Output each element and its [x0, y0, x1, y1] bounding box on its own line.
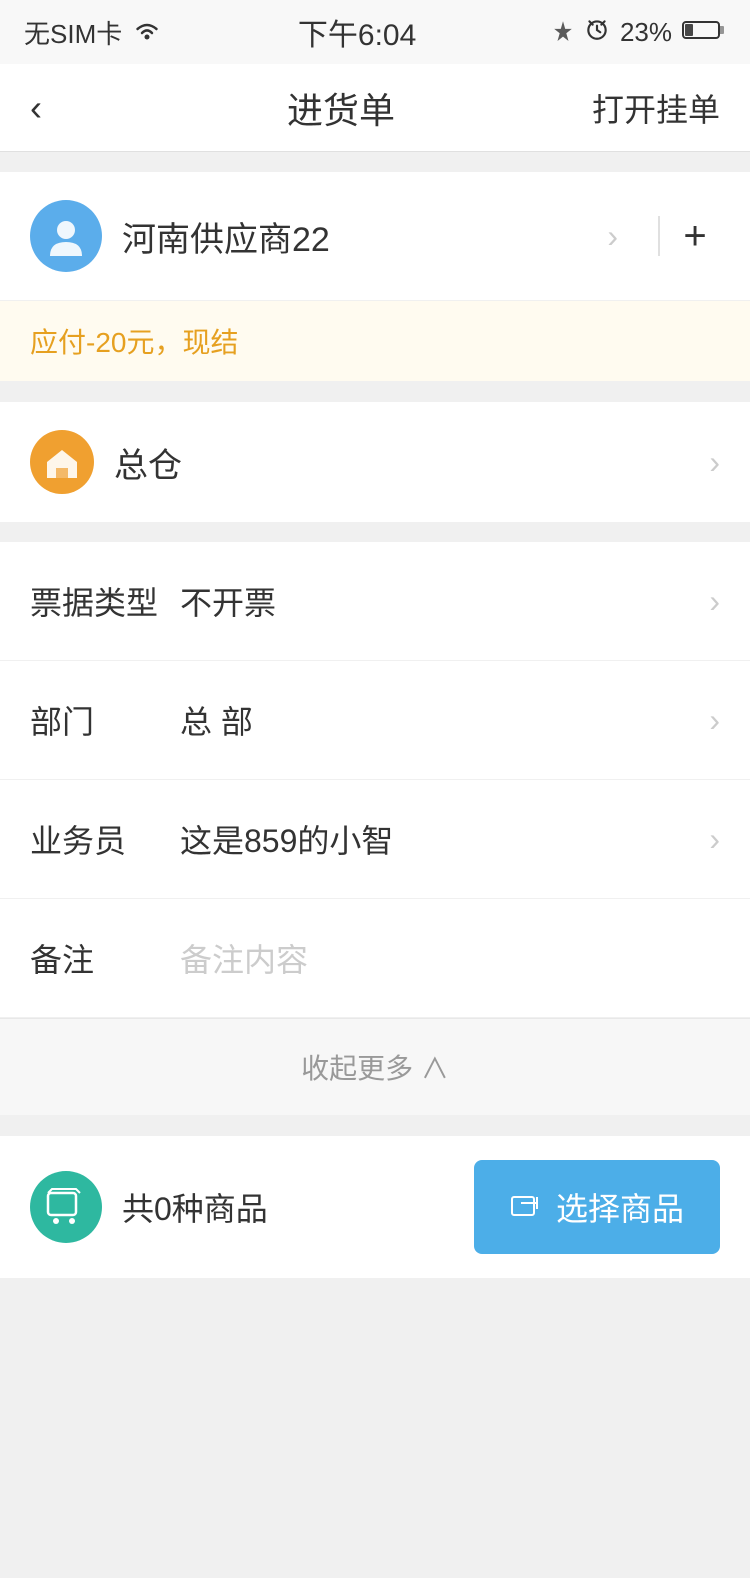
department-label: 部门 — [30, 697, 170, 743]
location-icon — [552, 17, 574, 48]
salesperson-value: 这是859的小智 — [170, 816, 709, 862]
department-value: 总 部 — [170, 697, 709, 743]
add-button[interactable]: + — [670, 214, 720, 259]
status-right: 23% — [552, 16, 726, 49]
page-background — [0, 1278, 750, 1578]
status-left: 无SIM卡 — [24, 14, 162, 51]
status-time: 下午6:04 — [298, 10, 416, 54]
carrier-label: 无SIM卡 — [24, 14, 122, 51]
supplier-row[interactable]: 河南供应商22 › + — [0, 172, 750, 301]
alarm-icon — [584, 16, 610, 49]
select-product-label: 选择商品 — [556, 1184, 684, 1230]
battery-label: 23% — [620, 17, 672, 48]
department-chevron-icon: › — [709, 702, 720, 739]
supplier-avatar — [30, 200, 102, 272]
balance-notice: 应付-20元，现结 — [0, 301, 750, 381]
supplier-divider — [658, 216, 660, 256]
salesperson-label: 业务员 — [30, 816, 170, 862]
mid-divider-2 — [0, 522, 750, 542]
supplier-chevron-icon: › — [607, 218, 618, 255]
warehouse-name: 总仓 — [114, 438, 709, 487]
warehouse-row[interactable]: 总仓 › — [0, 401, 750, 522]
collapse-button[interactable]: 收起更多 ∧ — [0, 1018, 750, 1115]
top-divider — [0, 152, 750, 172]
invoice-type-value: 不开票 — [170, 578, 709, 624]
invoice-type-label: 票据类型 — [30, 578, 170, 624]
warehouse-chevron-icon: › — [709, 444, 720, 481]
select-product-button[interactable]: 选择商品 — [474, 1160, 720, 1254]
warehouse-icon — [30, 430, 94, 494]
back-button[interactable]: ‹ — [30, 87, 90, 129]
warehouse-section: 总仓 › — [0, 401, 750, 522]
status-bar: 无SIM卡 下午6:04 23% — [0, 0, 750, 64]
mid-divider-1 — [0, 381, 750, 401]
supplier-section: 河南供应商22 › + 应付-20元，现结 — [0, 172, 750, 381]
bottom-divider — [0, 1115, 750, 1135]
page-title: 进货单 — [287, 82, 395, 134]
nav-bar: ‹ 进货单 打开挂单 — [0, 64, 750, 152]
department-row[interactable]: 部门 总 部 › — [0, 661, 750, 780]
wifi-icon — [132, 17, 162, 48]
remark-input[interactable]: 备注内容 — [170, 935, 720, 981]
salesperson-row[interactable]: 业务员 这是859的小智 › — [0, 780, 750, 899]
supplier-name: 河南供应商22 — [122, 212, 607, 261]
product-count: 共0种商品 — [122, 1184, 474, 1230]
open-pending-button[interactable]: 打开挂单 — [592, 85, 720, 131]
bottom-bar: 共0种商品 选择商品 — [0, 1135, 750, 1278]
battery-icon — [682, 17, 726, 48]
cart-icon-wrap — [30, 1171, 102, 1243]
salesperson-chevron-icon: › — [709, 821, 720, 858]
invoice-type-chevron-icon: › — [709, 583, 720, 620]
form-section: 票据类型 不开票 › 部门 总 部 › 业务员 这是859的小智 › 备注 备注… — [0, 542, 750, 1018]
invoice-type-row[interactable]: 票据类型 不开票 › — [0, 542, 750, 661]
remark-label: 备注 — [30, 935, 170, 981]
remark-row[interactable]: 备注 备注内容 — [0, 899, 750, 1018]
